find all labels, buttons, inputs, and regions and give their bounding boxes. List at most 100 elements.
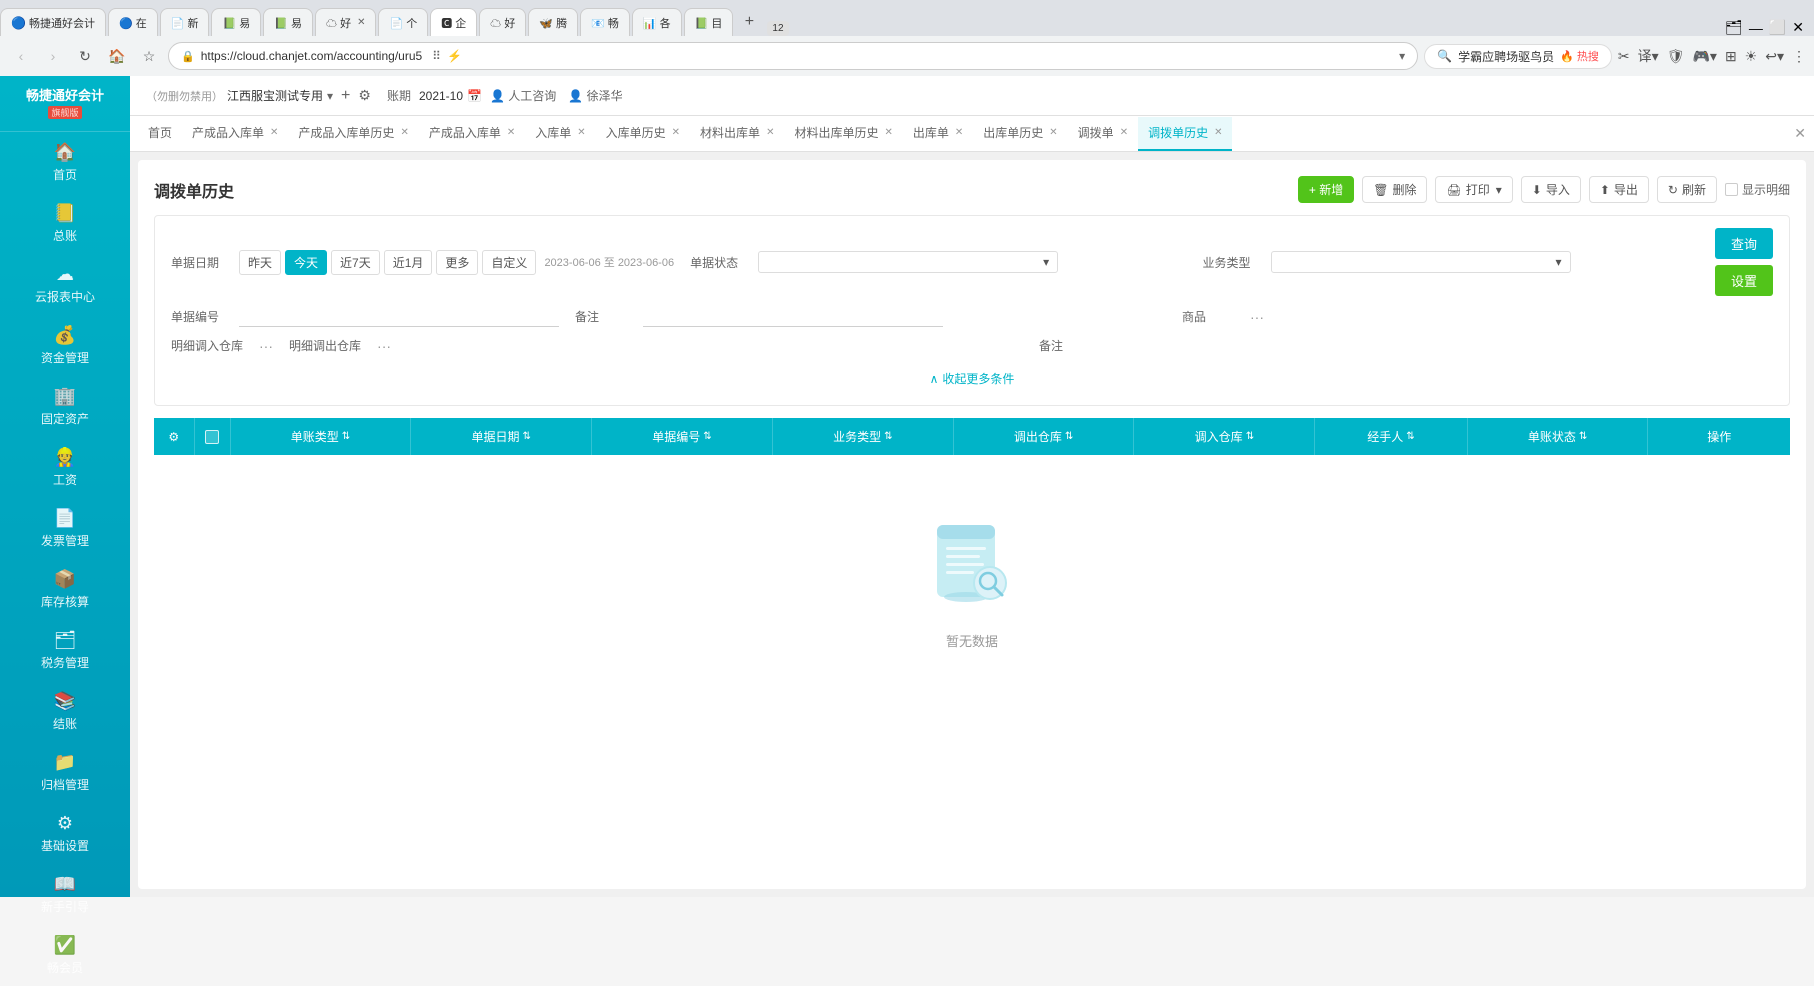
browser-window-controls[interactable]: 🗂 — ⬜ ✕ <box>1725 19 1814 36</box>
tab-close-6[interactable]: ✕ <box>357 17 365 28</box>
app-tab-home[interactable]: 首页 <box>138 117 182 151</box>
th-out-warehouse[interactable]: 调出仓库 ⇅ <box>953 418 1134 455</box>
gear-settings-icon[interactable]: ⚙ <box>358 87 371 104</box>
browser-tab-5[interactable]: 📗 易 <box>263 8 313 36</box>
user-avatar[interactable]: 👤 徐泽华 <box>568 87 622 104</box>
game-icon[interactable]: 🎮▾ <box>1692 48 1716 65</box>
undo-icon[interactable]: ↩▾ <box>1765 48 1784 65</box>
delete-button[interactable]: 🗑 🗑 删除 删除 <box>1362 176 1427 203</box>
tab-close-in[interactable]: ✕ <box>577 127 585 138</box>
import-button[interactable]: ⬇ 导入 <box>1521 176 1581 203</box>
sidebar-item-closing[interactable]: 📚 结账 <box>0 681 130 742</box>
menu-icon[interactable]: ⋮ <box>1792 48 1806 65</box>
date-btn-1month[interactable]: 近1月 <box>384 250 433 275</box>
goods-input-dots[interactable]: ··· <box>1250 309 1264 325</box>
calendar-icon[interactable]: 📅 <box>467 89 482 103</box>
sidebar-item-tax[interactable]: 🗂 税务管理 <box>0 620 130 681</box>
tab-close-out-hist[interactable]: ✕ <box>1049 127 1057 138</box>
date-btn-today[interactable]: 今天 <box>285 250 327 275</box>
setting-button[interactable]: 设置 <box>1715 265 1773 296</box>
date-btn-custom[interactable]: 自定义 <box>482 250 536 275</box>
browser-tab-1[interactable]: 🔵 畅捷通好会计 <box>0 8 106 36</box>
app-tab-mat-out-hist[interactable]: 材料出库单历史 ✕ <box>784 117 902 151</box>
date-btn-7days[interactable]: 近7天 <box>331 250 380 275</box>
company-selector[interactable]: （勿删勿禁用） 江西服宝测试专用 ▾ <box>146 87 333 104</box>
sun-icon[interactable]: ☀ <box>1745 48 1758 65</box>
app-tab-finished-in[interactable]: 产成品入库单 ✕ <box>182 117 288 151</box>
browser-tab-8[interactable]: 🅲 企 <box>430 8 477 36</box>
date-btn-more[interactable]: 更多 <box>436 250 478 275</box>
consult-button[interactable]: 👤 人工咨询 <box>490 87 556 104</box>
export-button[interactable]: ⬆ 导出 <box>1589 176 1649 203</box>
new-tab-button[interactable]: + <box>735 8 763 36</box>
app-tab-mat-out[interactable]: 材料出库单 ✕ <box>690 117 784 151</box>
browser-tab-3[interactable]: 📄 新 <box>160 8 210 36</box>
home-button[interactable]: 🏠 <box>104 43 130 69</box>
sidebar-item-settings[interactable]: ⚙ 基础设置 <box>0 803 130 864</box>
period-value[interactable]: 2021-10 📅 <box>419 89 482 103</box>
app-tab-finished-in2[interactable]: 产成品入库单 ✕ <box>419 117 525 151</box>
th-checkbox[interactable] <box>194 418 230 455</box>
sidebar-item-assets[interactable]: 🏢 固定资产 <box>0 376 130 437</box>
add-company-button[interactable]: + <box>341 87 350 105</box>
tab-close-mat-out[interactable]: ✕ <box>766 127 774 138</box>
select-all-checkbox[interactable] <box>205 430 219 444</box>
collapse-button[interactable]: ∧ 收起更多条件 <box>171 364 1773 393</box>
new-button[interactable]: + 新增 <box>1298 176 1354 203</box>
notes-input[interactable] <box>643 306 943 327</box>
sidebar-item-reports[interactable]: ☁ 云报表中心 <box>0 254 130 315</box>
print-button[interactable]: 🖨 打印 ▾ <box>1435 176 1512 203</box>
app-tab-in-hist[interactable]: 入库单历史 ✕ <box>596 117 690 151</box>
company-dropdown-icon[interactable]: ▾ <box>327 89 333 103</box>
search-bar[interactable]: 🔍 学霸应聘场驱鸟员 🔥 热搜 <box>1424 44 1612 69</box>
th-handler[interactable]: 经手人 ⇅ <box>1315 418 1467 455</box>
browser-tab-13[interactable]: 📗 目 <box>684 8 734 36</box>
tab-close-transfer[interactable]: ✕ <box>1120 127 1128 138</box>
app-tab-transfer[interactable]: 调拨单 ✕ <box>1068 117 1138 151</box>
tab-close-in-hist[interactable]: ✕ <box>672 127 680 138</box>
tab-close-transfer-hist[interactable]: ✕ <box>1214 127 1222 138</box>
tab-close-finished-in[interactable]: ✕ <box>270 127 278 138</box>
display-toggle[interactable]: 显示明细 <box>1725 181 1790 198</box>
browser-tab-2[interactable]: 🔵 在 <box>108 8 158 36</box>
grid-icon[interactable]: ⊞ <box>1725 48 1737 65</box>
th-date[interactable]: 单据日期 ⇅ <box>411 418 592 455</box>
url-arrow-icon[interactable]: ▾ <box>1399 49 1405 63</box>
tab-close-finished-in2[interactable]: ✕ <box>507 127 515 138</box>
sidebar-item-invoice[interactable]: 📄 发票管理 <box>0 498 130 559</box>
detail-in-dots[interactable]: ··· <box>259 338 273 354</box>
scissors-icon[interactable]: ✂ <box>1618 48 1630 65</box>
forward-button[interactable]: › <box>40 43 66 69</box>
app-tab-in[interactable]: 入库单 ✕ <box>525 117 595 151</box>
th-bill-type[interactable]: 单账类型 ⇅ <box>230 418 411 455</box>
status-select[interactable]: ▾ <box>758 251 1058 273</box>
tab-close-out[interactable]: ✕ <box>955 127 963 138</box>
browser-tab-6[interactable]: ☁ 好 ✕ <box>315 8 376 36</box>
browser-tab-7[interactable]: 📄 个 <box>378 8 428 36</box>
shield-icon[interactable]: 🛡 <box>1667 48 1685 65</box>
app-tab-out[interactable]: 出库单 ✕ <box>903 117 973 151</box>
th-bill-no[interactable]: 单据编号 ⇅ <box>592 418 773 455</box>
th-status[interactable]: 单账状态 ⇅ <box>1467 418 1648 455</box>
biz-type-select[interactable]: ▾ <box>1271 251 1571 273</box>
app-tab-finished-in-hist[interactable]: 产成品入库单历史 ✕ <box>288 117 418 151</box>
bookmark-button[interactable]: ☆ <box>136 43 162 69</box>
detail-out-dots[interactable]: ··· <box>377 338 391 354</box>
query-button[interactable]: 查询 <box>1715 228 1773 259</box>
browser-tab-12[interactable]: 📊 各 <box>632 8 682 36</box>
date-btn-yesterday[interactable]: 昨天 <box>239 250 281 275</box>
sidebar-item-inventory[interactable]: 📦 库存核算 <box>0 559 130 620</box>
translate-icon[interactable]: 译▾ <box>1638 46 1659 66</box>
sidebar-item-home[interactable]: 🏠 首页 <box>0 132 130 193</box>
display-checkbox[interactable] <box>1725 183 1738 196</box>
tab-close-finished-in-hist[interactable]: ✕ <box>400 127 408 138</box>
billno-input[interactable] <box>239 306 559 327</box>
sidebar-item-guide[interactable]: 📖 新手引导 <box>0 864 130 925</box>
th-in-warehouse[interactable]: 调入仓库 ⇅ <box>1134 418 1315 455</box>
app-tab-transfer-hist[interactable]: 调拨单历史 ✕ <box>1138 117 1232 151</box>
refresh-btn[interactable]: ↻ 刷新 <box>1657 176 1717 203</box>
th-gear[interactable]: ⚙ <box>154 418 194 455</box>
address-bar[interactable]: 🔒 https://cloud.chanjet.com/accounting/u… <box>168 42 1418 70</box>
browser-tab-9[interactable]: ☁ 好 <box>479 8 526 36</box>
refresh-button[interactable]: ↻ <box>72 43 98 69</box>
